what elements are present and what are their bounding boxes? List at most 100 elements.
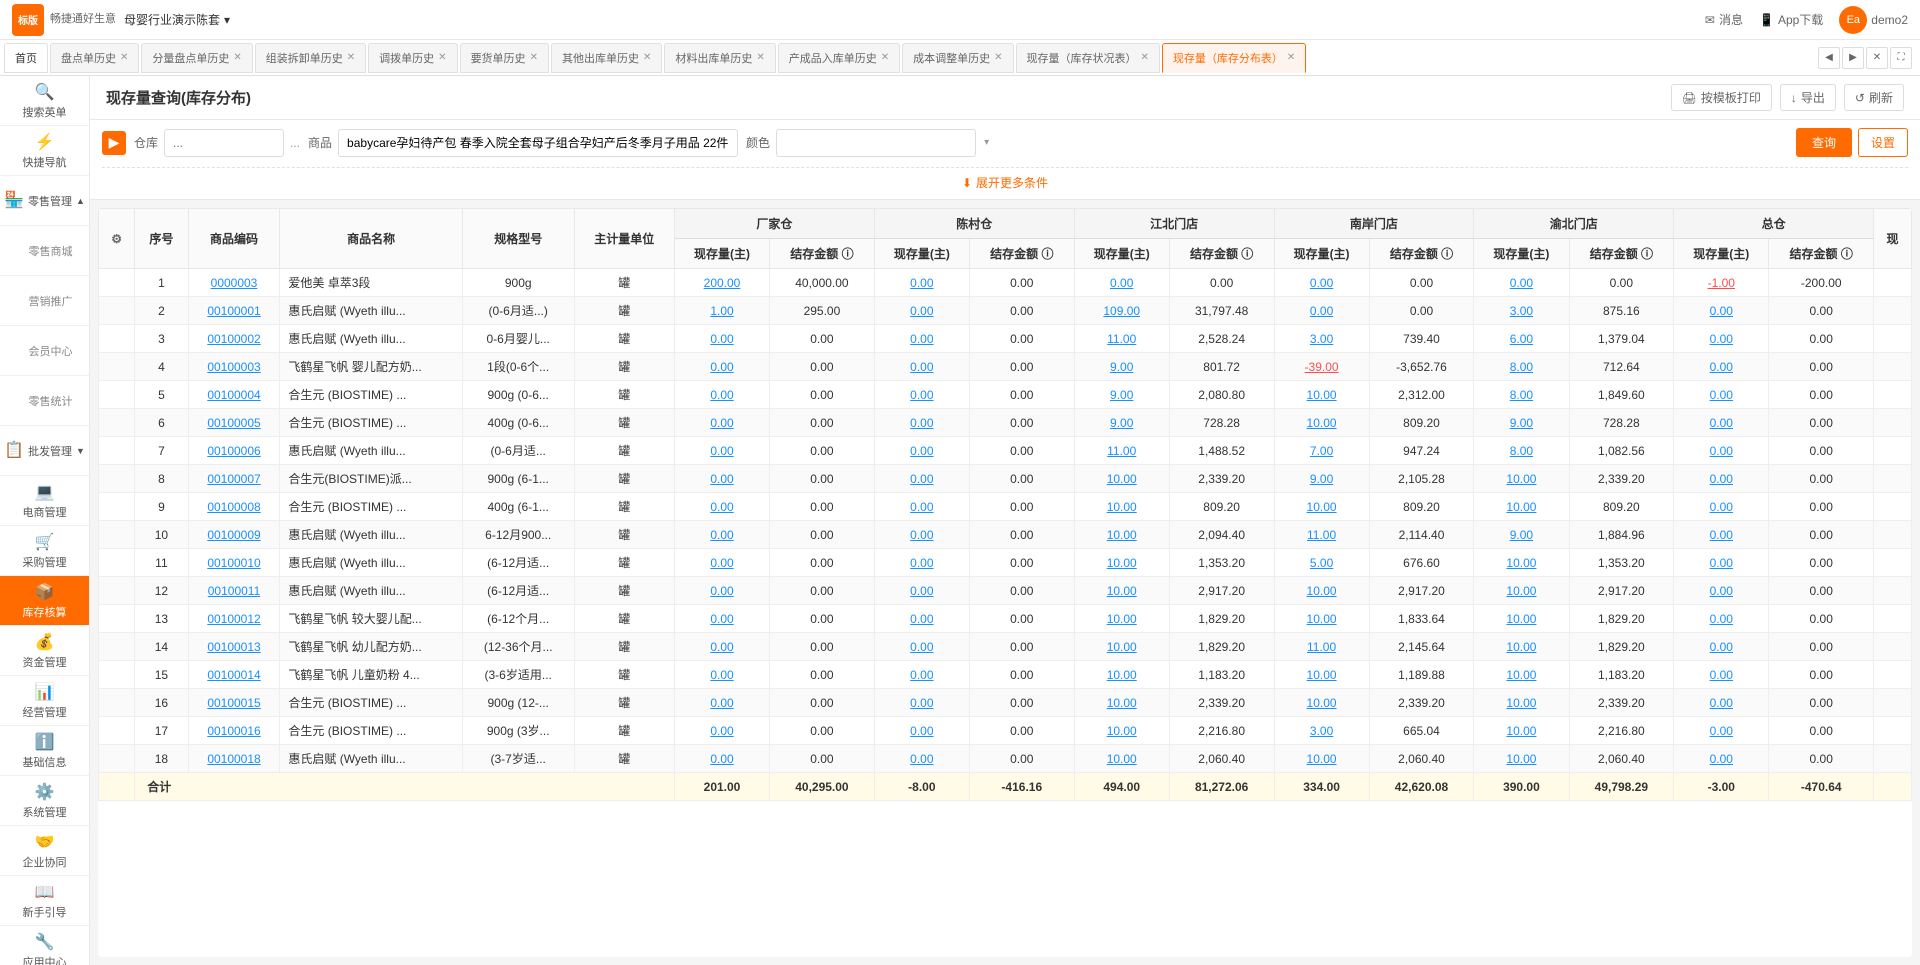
expand-conditions[interactable]: ⬇ 展开更多条件 [102, 167, 1908, 191]
row-jiangbei-qty[interactable]: 0.00 [1074, 269, 1169, 297]
row-code[interactable]: 0000003 [188, 269, 280, 297]
row-settings[interactable] [99, 269, 135, 297]
row-total-qty[interactable]: 0.00 [1674, 577, 1769, 605]
row-code[interactable]: 00100009 [188, 521, 280, 549]
row-fac-qty[interactable]: 0.00 [674, 493, 769, 521]
row-jiangbei-qty[interactable]: 10.00 [1074, 745, 1169, 773]
search-toggle-btn[interactable]: ▶ [102, 131, 126, 155]
tab-yaohuo[interactable]: 要货单历史 ✕ [460, 43, 549, 73]
row-nanan-qty[interactable]: 10.00 [1274, 745, 1369, 773]
row-settings[interactable] [99, 409, 135, 437]
sidebar-item-wholesale[interactable]: 📋 批发管理 ▼ [0, 426, 89, 476]
close-xclkzk-btn[interactable]: ✕ [1141, 52, 1149, 63]
settings-button[interactable]: 设置 [1858, 128, 1908, 157]
row-yubei-qty[interactable]: 9.00 [1474, 521, 1569, 549]
row-jiangbei-qty[interactable]: 10.00 [1074, 717, 1169, 745]
row-total-qty[interactable]: 0.00 [1674, 493, 1769, 521]
row-code[interactable]: 00100003 [188, 353, 280, 381]
tab-zuzhuan[interactable]: 组装拆卸单历史 ✕ [255, 43, 366, 73]
row-yubei-qty[interactable]: 10.00 [1474, 745, 1569, 773]
row-yubei-qty[interactable]: 10.00 [1474, 717, 1569, 745]
sidebar-item-marketing[interactable]: 营销推广 [0, 276, 89, 326]
close-zuzhuan-btn[interactable]: ✕ [347, 52, 355, 63]
row-chen-qty[interactable]: 0.00 [874, 381, 969, 409]
row-fac-qty[interactable]: 0.00 [674, 717, 769, 745]
row-settings[interactable] [99, 661, 135, 689]
row-yubei-qty[interactable]: 10.00 [1474, 465, 1569, 493]
tab-qtchuku[interactable]: 其他出库单历史 ✕ [551, 43, 662, 73]
refresh-btn[interactable]: ↺ 刷新 [1844, 84, 1904, 111]
row-jiangbei-qty[interactable]: 10.00 [1074, 605, 1169, 633]
row-total-qty[interactable]: 0.00 [1674, 689, 1769, 717]
row-fac-qty[interactable]: 0.00 [674, 577, 769, 605]
row-nanan-qty[interactable]: 10.00 [1274, 605, 1369, 633]
row-jiangbei-qty[interactable]: 9.00 [1074, 381, 1169, 409]
row-yubei-qty[interactable]: 6.00 [1474, 325, 1569, 353]
row-jiangbei-qty[interactable]: 9.00 [1074, 353, 1169, 381]
sidebar-item-business[interactable]: 📊 经营管理 [0, 676, 89, 726]
row-jiangbei-qty[interactable]: 11.00 [1074, 325, 1169, 353]
row-yubei-qty[interactable]: 10.00 [1474, 689, 1569, 717]
row-fac-qty[interactable]: 0.00 [674, 353, 769, 381]
row-chen-qty[interactable]: 0.00 [874, 353, 969, 381]
sidebar-item-inventory[interactable]: 📦 库存核算 [0, 576, 89, 626]
row-code[interactable]: 00100012 [188, 605, 280, 633]
tab-ccruku[interactable]: 产成品入库单历史 ✕ [778, 43, 900, 73]
row-chen-qty[interactable]: 0.00 [874, 493, 969, 521]
row-settings[interactable] [99, 325, 135, 353]
row-code[interactable]: 00100002 [188, 325, 280, 353]
col-settings-header[interactable]: ⚙ [99, 209, 135, 269]
row-yubei-qty[interactable]: 10.00 [1474, 605, 1569, 633]
tab-xclkzk[interactable]: 现存量（库存状况表） ✕ [1016, 43, 1160, 73]
row-fac-qty[interactable]: 0.00 [674, 521, 769, 549]
sidebar-item-retailshop[interactable]: 零售商城 [0, 226, 89, 276]
goods-input[interactable] [338, 129, 738, 157]
row-jiangbei-qty[interactable]: 10.00 [1074, 633, 1169, 661]
color-input[interactable] [776, 129, 976, 157]
row-total-qty[interactable]: 0.00 [1674, 717, 1769, 745]
row-total-qty[interactable]: 0.00 [1674, 745, 1769, 773]
row-settings[interactable] [99, 465, 135, 493]
row-yubei-qty[interactable]: 10.00 [1474, 661, 1569, 689]
row-chen-qty[interactable]: 0.00 [874, 297, 969, 325]
row-jiangbei-qty[interactable]: 9.00 [1074, 409, 1169, 437]
sidebar-item-finance[interactable]: 💰 资金管理 [0, 626, 89, 676]
sidebar-item-basicinfo[interactable]: ℹ️ 基础信息 [0, 726, 89, 776]
row-nanan-qty[interactable]: 11.00 [1274, 633, 1369, 661]
row-nanan-qty[interactable]: 11.00 [1274, 521, 1369, 549]
row-settings[interactable] [99, 689, 135, 717]
tab-xclkzfb[interactable]: 现存量（库存分布表） ✕ [1162, 43, 1306, 73]
row-chen-qty[interactable]: 0.00 [874, 605, 969, 633]
warehouse-ellipsis[interactable]: ... [290, 136, 300, 150]
tab-close-all-btn[interactable]: ✕ [1866, 47, 1888, 69]
sidebar-item-search[interactable]: 🔍 搜索英单 [0, 76, 89, 126]
row-code[interactable]: 00100004 [188, 381, 280, 409]
row-nanan-qty[interactable]: 10.00 [1274, 409, 1369, 437]
sidebar-item-retailstat[interactable]: 零售统计 [0, 376, 89, 426]
sidebar-item-system[interactable]: ⚙️ 系统管理 [0, 776, 89, 826]
row-code[interactable]: 00100014 [188, 661, 280, 689]
row-nanan-qty[interactable]: 10.00 [1274, 689, 1369, 717]
row-code[interactable]: 00100011 [188, 577, 280, 605]
settings-cog-icon[interactable]: ⚙ [111, 232, 122, 246]
sidebar-item-member[interactable]: 会员中心 [0, 326, 89, 376]
close-diaobo-btn[interactable]: ✕ [438, 52, 446, 63]
row-jiangbei-qty[interactable]: 10.00 [1074, 521, 1169, 549]
close-fenpandian-btn[interactable]: ✕ [233, 52, 241, 63]
row-nanan-qty[interactable]: 10.00 [1274, 381, 1369, 409]
row-jiangbei-qty[interactable]: 10.00 [1074, 493, 1169, 521]
row-chen-qty[interactable]: 0.00 [874, 521, 969, 549]
tab-next-btn[interactable]: ▶ [1842, 47, 1864, 69]
row-fac-qty[interactable]: 0.00 [674, 605, 769, 633]
row-fac-qty[interactable]: 0.00 [674, 325, 769, 353]
row-jiangbei-qty[interactable]: 10.00 [1074, 661, 1169, 689]
close-ccruku-btn[interactable]: ✕ [881, 52, 889, 63]
row-code[interactable]: 00100001 [188, 297, 280, 325]
row-chen-qty[interactable]: 0.00 [874, 689, 969, 717]
row-jiangbei-qty[interactable]: 10.00 [1074, 689, 1169, 717]
row-yubei-qty[interactable]: 8.00 [1474, 437, 1569, 465]
row-fac-qty[interactable]: 0.00 [674, 633, 769, 661]
row-total-qty[interactable]: 0.00 [1674, 325, 1769, 353]
row-settings[interactable] [99, 549, 135, 577]
row-yubei-qty[interactable]: 0.00 [1474, 269, 1569, 297]
